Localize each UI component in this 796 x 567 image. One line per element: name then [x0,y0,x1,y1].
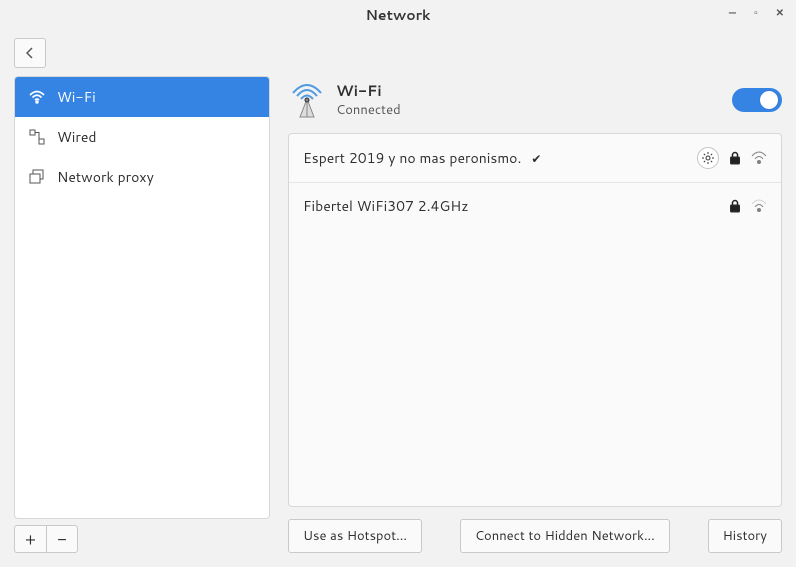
close-icon[interactable]: ✕ [776,6,784,20]
proxy-icon [29,169,45,185]
network-settings-button[interactable] [697,147,719,169]
history-button[interactable]: History [708,519,782,553]
hidden-network-button[interactable]: Connect to Hidden Network... [460,519,670,553]
hotspot-button[interactable]: Use as Hotspot... [288,519,422,553]
add-connection-button[interactable]: + [14,525,46,553]
maximize-icon[interactable]: ▫ [754,6,758,20]
panel-title: Wi-Fi [336,80,401,101]
back-button[interactable] [14,38,46,68]
connected-check-icon: ✔ [531,150,541,167]
titlebar: Network — ▫ ✕ [0,0,796,30]
network-ssid: Espert 2019 y no mas peronismo. [303,148,521,168]
footer-buttons: Use as Hotspot... Connect to Hidden Netw… [288,519,782,553]
panel-header-text: Wi-Fi Connected [336,80,401,119]
signal-icon [751,199,767,213]
window-controls: — ▫ ✕ [729,6,784,20]
wifi-antenna-icon [288,81,326,119]
main-panel: Wi-Fi Connected Espert 2019 y no mas per… [288,76,782,553]
minimize-icon[interactable]: — [729,6,736,20]
sidebar-item-label: Network proxy [57,167,154,187]
wifi-icon [29,89,45,105]
network-list: Espert 2019 y no mas peronismo. ✔ Fibert… [288,133,782,507]
top-row [0,30,796,76]
panel-header: Wi-Fi Connected [288,76,782,133]
network-row[interactable]: Fibertel WiFi307 2.4GHz [289,183,781,229]
content: Wi-Fi Wired Network proxy + − [0,76,796,567]
sidebar-item-proxy[interactable]: Network proxy [15,157,269,197]
lock-icon [729,151,741,165]
signal-icon [751,151,767,165]
wired-icon [29,129,45,145]
window-title: Network [365,5,430,25]
sidebar-item-label: Wi-Fi [57,87,96,107]
sidebar-item-wired[interactable]: Wired [15,117,269,157]
toggle-knob [760,91,778,109]
lock-icon [729,199,741,213]
remove-connection-button[interactable]: − [46,525,78,553]
wifi-toggle[interactable] [732,88,782,112]
sidebar-list: Wi-Fi Wired Network proxy [14,76,270,519]
sidebar-item-label: Wired [57,127,97,147]
sidebar: Wi-Fi Wired Network proxy + − [14,76,270,553]
panel-subtitle: Connected [336,101,401,119]
sidebar-item-wifi[interactable]: Wi-Fi [15,77,269,117]
network-row[interactable]: Espert 2019 y no mas peronismo. ✔ [289,134,781,183]
sidebar-footer: + − [14,525,270,553]
network-ssid: Fibertel WiFi307 2.4GHz [303,196,469,216]
